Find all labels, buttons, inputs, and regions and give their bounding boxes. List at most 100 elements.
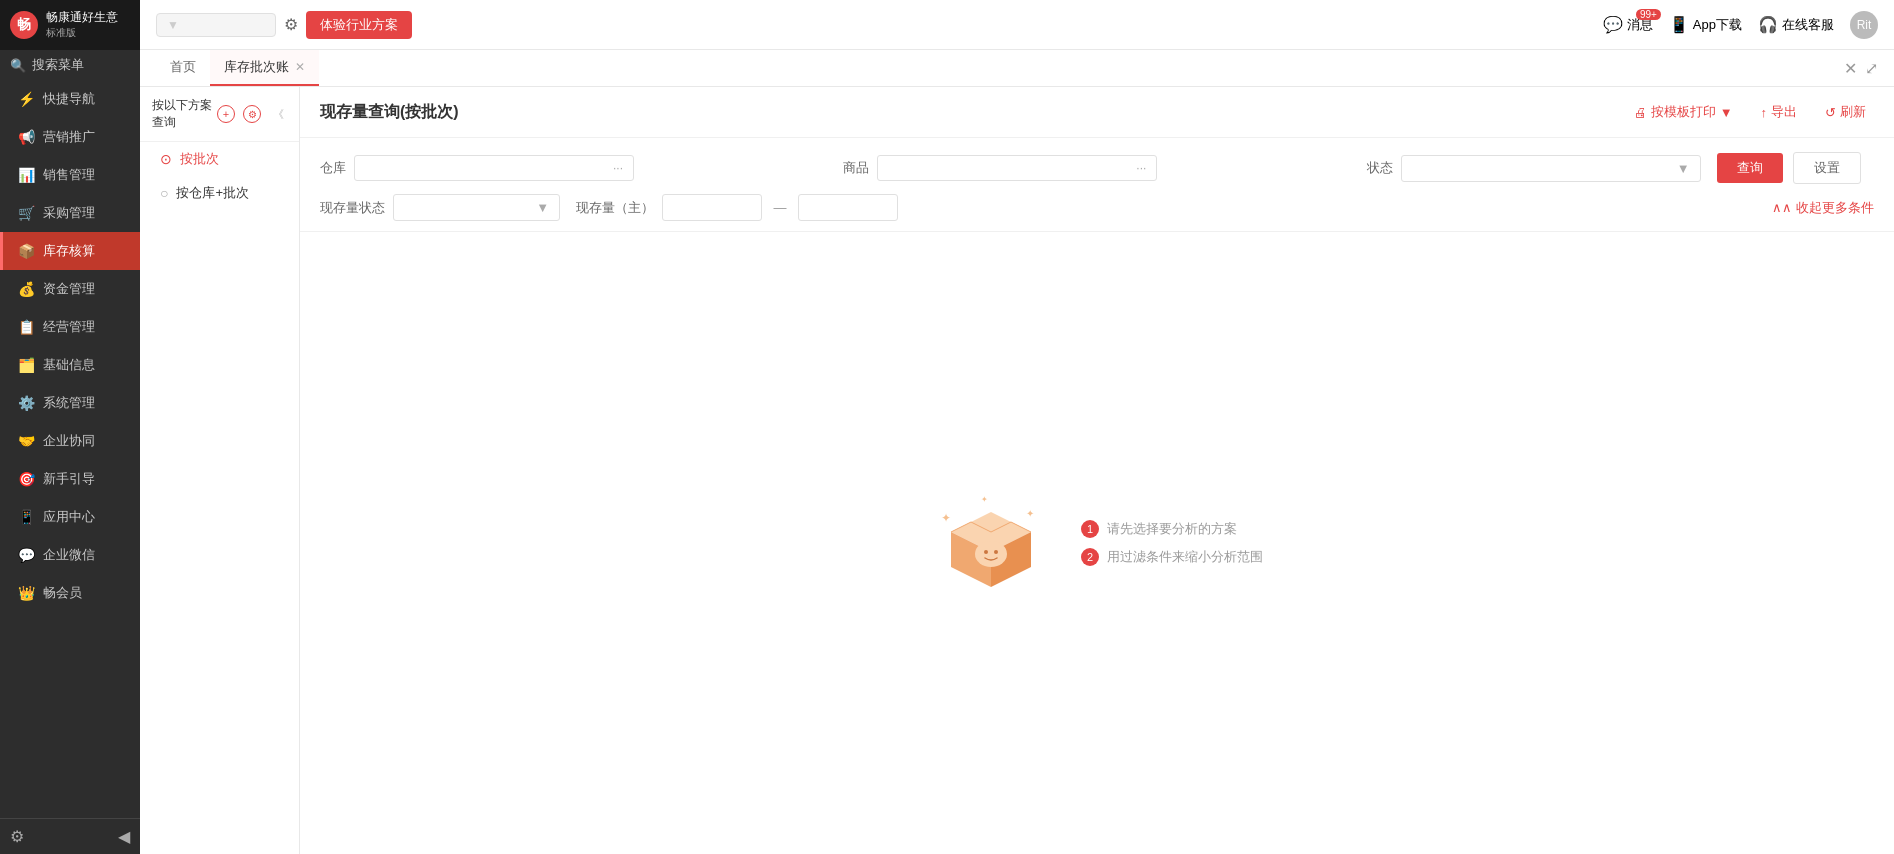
- refresh-icon: ↺: [1825, 105, 1836, 120]
- expand-icon[interactable]: ⤢: [1865, 59, 1878, 78]
- footer-collapse-icon[interactable]: ◀: [118, 827, 130, 846]
- sidebar-item-newuser[interactable]: 🎯 新手引导: [0, 460, 140, 498]
- qty-divider: —: [770, 200, 790, 215]
- page-header: 现存量查询(按批次) 🖨 按模板打印 ▼ ↑ 导出 ↺ 刷新: [300, 87, 1894, 138]
- svg-point-5: [994, 550, 998, 554]
- sidebar-item-purchase[interactable]: 🛒 采购管理: [0, 194, 140, 232]
- warehouse-select[interactable]: ···: [354, 155, 634, 181]
- topbar-search-box[interactable]: ▼: [156, 13, 276, 37]
- empty-hint-2: 2 用过滤条件来缩小分析范围: [1081, 548, 1263, 566]
- sidebar-item-system[interactable]: ⚙️ 系统管理: [0, 384, 140, 422]
- basic-icon: 🗂️: [17, 356, 35, 374]
- sidebar-item-label: 系统管理: [43, 394, 95, 412]
- purchase-icon: 🛒: [17, 204, 35, 222]
- tab-home[interactable]: 首页: [156, 50, 210, 86]
- scheme-settings-btn[interactable]: ⚙: [243, 105, 261, 123]
- qty-min-input[interactable]: [662, 194, 762, 221]
- warehouse-filter: 仓库 ···: [320, 155, 827, 181]
- inventory-status-select[interactable]: ▼: [393, 194, 560, 221]
- sidebar-item-operations[interactable]: 📋 经营管理: [0, 308, 140, 346]
- hint-text-1: 请先选择要分析的方案: [1107, 520, 1237, 538]
- sidebar-item-label: 经营管理: [43, 318, 95, 336]
- app-download-label: App下载: [1693, 16, 1742, 34]
- messages-btn[interactable]: 💬 消息 99+: [1603, 15, 1653, 34]
- sidebar-item-label: 营销推广: [43, 128, 95, 146]
- sidebar-item-inventory[interactable]: 📦 库存核算: [0, 232, 140, 270]
- sidebar-item-finance[interactable]: 💰 资金管理: [0, 270, 140, 308]
- topbar-right: 💬 消息 99+ 📱 App下载 🎧 在线客服 Rit: [1603, 11, 1878, 39]
- print-btn[interactable]: 🖨 按模板打印 ▼: [1626, 99, 1741, 125]
- hint-text-2: 用过滤条件来缩小分析范围: [1107, 548, 1263, 566]
- print-dropdown-icon[interactable]: ▼: [1720, 105, 1733, 120]
- empty-hint-1: 1 请先选择要分析的方案: [1081, 520, 1263, 538]
- sidebar-item-vip[interactable]: 👑 畅会员: [0, 574, 140, 612]
- sidebar-search-label: 搜索菜单: [32, 56, 84, 74]
- sidebar-item-sales[interactable]: 📊 销售管理: [0, 156, 140, 194]
- close-tab-icon[interactable]: ✕: [1844, 59, 1857, 78]
- sidebar-item-marketing[interactable]: 📢 营销推广: [0, 118, 140, 156]
- avatar-initial: Rit: [1857, 18, 1872, 32]
- marketing-icon: 📢: [17, 128, 35, 146]
- qty-max-input[interactable]: [798, 194, 898, 221]
- collapse-label: 收起更多条件: [1796, 199, 1874, 217]
- product-select[interactable]: ···: [877, 155, 1157, 181]
- sidebar-search[interactable]: 🔍 搜索菜单: [0, 50, 140, 80]
- user-area[interactable]: Rit: [1850, 11, 1878, 39]
- refresh-btn[interactable]: ↺ 刷新: [1817, 99, 1874, 125]
- tab-home-label: 首页: [170, 58, 196, 76]
- sidebar-header: 畅 畅康通好生意 标准版: [0, 0, 140, 50]
- collapse-filter-btn[interactable]: ∧∧ 收起更多条件: [1772, 199, 1874, 217]
- empty-hints: 1 请先选择要分析的方案 2 用过滤条件来缩小分析范围: [1081, 520, 1263, 566]
- online-service-btn[interactable]: 🎧 在线客服: [1758, 15, 1834, 34]
- app-info: 畅康通好生意 标准版: [46, 10, 118, 40]
- operations-icon: 📋: [17, 318, 35, 336]
- scheme-by-warehouse-batch[interactable]: ○ 按仓库+批次: [140, 176, 299, 210]
- query-btn[interactable]: 查询: [1717, 153, 1783, 183]
- tab-inventory-batch[interactable]: 库存批次账 ✕: [210, 50, 319, 86]
- topbar: ▼ ⚙ 体验行业方案 💬 消息 99+ 📱 App下载 🎧 在线客服 Rit: [140, 0, 1894, 50]
- sidebar-item-label: 新手引导: [43, 470, 95, 488]
- sidebar-item-appstore[interactable]: 📱 应用中心: [0, 498, 140, 536]
- hint-number-2: 2: [1081, 548, 1099, 566]
- sidebar-item-enterprise[interactable]: 🤝 企业协同: [0, 422, 140, 460]
- quick-nav-icon: ⚡: [17, 90, 35, 108]
- status-dropdown-icon[interactable]: ▼: [1677, 161, 1690, 176]
- sidebar-item-label: 畅会员: [43, 584, 82, 602]
- product-filter: 商品 ···: [843, 155, 1350, 181]
- collapse-panel-btn[interactable]: 《: [269, 105, 287, 123]
- qty-label: 现存量（主）: [576, 199, 654, 217]
- svg-point-4: [984, 550, 988, 554]
- online-service-label: 在线客服: [1782, 16, 1834, 34]
- enterprise-icon: 🤝: [17, 432, 35, 450]
- messages-badge: 99+: [1636, 9, 1661, 20]
- status-select[interactable]: ▼: [1401, 155, 1701, 182]
- topbar-settings-icon[interactable]: ⚙: [284, 15, 298, 34]
- topbar-search-icon: ▼: [167, 18, 179, 32]
- finance-icon: 💰: [17, 280, 35, 298]
- sidebar: 畅 畅康通好生意 标准版 🔍 搜索菜单 ⚡ 快捷导航 📢 营销推广 📊 销售管理…: [0, 0, 140, 854]
- app-logo: 畅: [10, 11, 38, 39]
- settings-btn[interactable]: 设置: [1793, 152, 1861, 184]
- newuser-icon: 🎯: [17, 470, 35, 488]
- sidebar-item-wechat[interactable]: 💬 企业微信: [0, 536, 140, 574]
- inventory-status-label: 现存量状态: [320, 199, 385, 217]
- tab-close-btn[interactable]: ✕: [295, 60, 305, 74]
- svg-text:✦: ✦: [941, 511, 951, 525]
- sidebar-item-label: 基础信息: [43, 356, 95, 374]
- tabbar: 首页 库存批次账 ✕ ✕ ⤢: [140, 50, 1894, 87]
- scheme-by-batch[interactable]: ⊙ 按批次: [140, 142, 299, 176]
- vip-icon: 👑: [17, 584, 35, 602]
- sidebar-item-basic[interactable]: 🗂️ 基础信息: [0, 346, 140, 384]
- system-icon: ⚙️: [17, 394, 35, 412]
- inv-status-dropdown[interactable]: ▼: [536, 200, 549, 215]
- hint-number-1: 1: [1081, 520, 1099, 538]
- svg-point-3: [975, 541, 1007, 567]
- app-download-btn[interactable]: 📱 App下载: [1669, 15, 1742, 34]
- footer-settings-icon[interactable]: ⚙: [10, 827, 24, 846]
- refresh-label: 刷新: [1840, 103, 1866, 121]
- export-btn[interactable]: ↑ 导出: [1753, 99, 1806, 125]
- experience-btn[interactable]: 体验行业方案: [306, 11, 412, 39]
- product-label: 商品: [843, 159, 869, 177]
- add-scheme-btn[interactable]: +: [217, 105, 235, 123]
- sidebar-item-quick-nav[interactable]: ⚡ 快捷导航: [0, 80, 140, 118]
